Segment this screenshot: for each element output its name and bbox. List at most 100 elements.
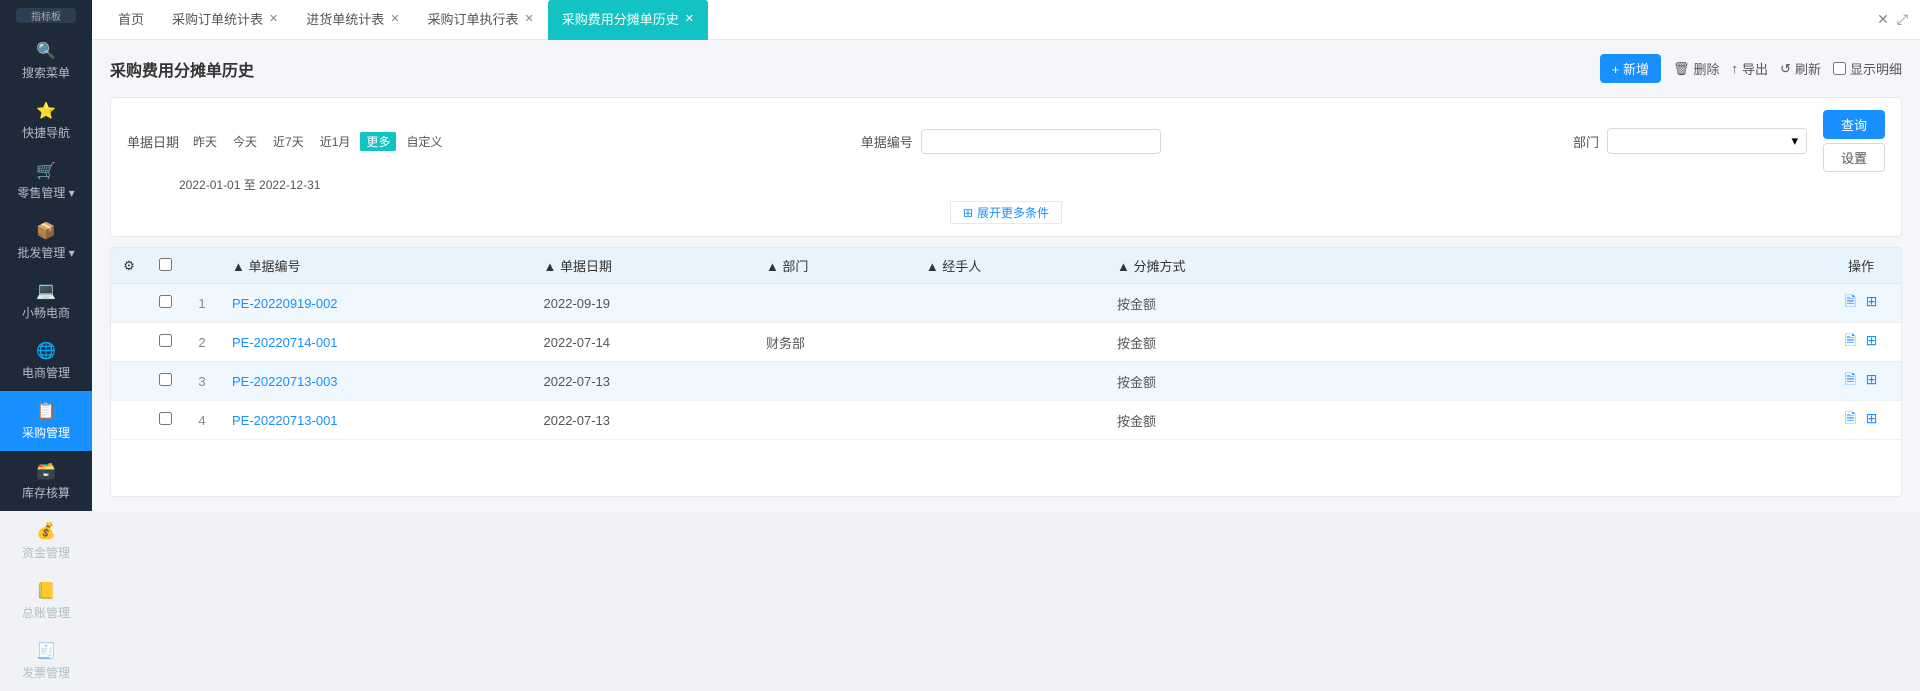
action-more-btn-3[interactable]: ⊞ xyxy=(1866,410,1878,426)
settings-button[interactable]: 设置 xyxy=(1823,143,1885,172)
row-dept-0 xyxy=(754,284,914,323)
expand-more-btn[interactable]: ⊞ 展开更多条件 xyxy=(950,201,1062,224)
tab-home[interactable]: 首页 xyxy=(104,0,158,40)
table-row: 2 PE-20220714-001 2022-07-14 财务部 按金额 🗎 ⊞ xyxy=(111,323,1901,362)
action-view-btn-2[interactable]: 🗎 xyxy=(1845,371,1856,387)
select-all-checkbox[interactable] xyxy=(159,258,172,271)
data-table: ⚙ ▲ 单据编号 ▲ 单据日期 ▲ 部门 xyxy=(111,248,1901,440)
date-filter-field: 单据日期 昨天 今天 近7天 近1月 更多 自定义 xyxy=(127,132,448,151)
action-view-btn-0[interactable]: 🗎 xyxy=(1845,293,1856,309)
action-more-btn-0[interactable]: ⊞ xyxy=(1866,293,1878,309)
row-num-2: 3 xyxy=(184,362,220,401)
action-more-btn-1[interactable]: ⊞ xyxy=(1866,332,1878,348)
row-doc-date-0: 2022-09-19 xyxy=(532,284,754,323)
filter-bar: 单据日期 昨天 今天 近7天 近1月 更多 自定义 单据编号 xyxy=(110,97,1902,237)
sidebar-item-ecom-small[interactable]: 💻小畅电商 xyxy=(0,271,92,331)
delete-button[interactable]: 🗑 删除 xyxy=(1673,59,1720,78)
row-checkbox-cell-2 xyxy=(147,362,184,401)
tab-label-purchase-order-stat: 采购订单统计表 xyxy=(172,9,263,28)
doc-no-link-0[interactable]: PE-20220919-002 xyxy=(232,296,338,311)
show-cols-checkbox[interactable] xyxy=(1833,62,1846,75)
add-button[interactable]: + 新增 xyxy=(1600,54,1661,83)
dept-select[interactable]: ▾ xyxy=(1607,128,1807,154)
date-btn-custom[interactable]: 自定义 xyxy=(400,132,448,151)
action-view-btn-3[interactable]: 🗎 xyxy=(1845,410,1856,426)
doc-no-link-2[interactable]: PE-20220713-003 xyxy=(232,374,338,389)
sidebar-item-retail[interactable]: 🛒零售管理 ▾ xyxy=(0,151,92,211)
tab-close-purchase-order-stat[interactable]: ✕ xyxy=(269,12,278,25)
tab-close-icon[interactable]: ✕ xyxy=(1877,11,1889,28)
tab-purchase-order-stat[interactable]: 采购订单统计表 ✕ xyxy=(158,0,292,40)
row-action-1: 🗎 ⊞ xyxy=(1821,323,1901,362)
row-checkbox-0[interactable] xyxy=(159,295,172,308)
tab-goods-stat[interactable]: 进货单统计表✕ xyxy=(292,0,413,40)
sidebar-item-purchase[interactable]: 📋采购管理 xyxy=(0,391,92,451)
row-doc-no-0: PE-20220919-002 xyxy=(220,284,532,323)
row-handler-3 xyxy=(914,401,1105,440)
date-btn-7days[interactable]: 近7天 xyxy=(267,132,310,151)
sidebar-label-inventory: 库存核算 xyxy=(22,484,70,501)
export-button[interactable]: ↑ 导出 xyxy=(1732,59,1769,78)
tab-close-purchase-exec[interactable]: ✕ xyxy=(525,12,534,25)
sidebar-item-wholesale[interactable]: 📦批发管理 ▾ xyxy=(0,211,92,271)
delete-icon: 🗑 xyxy=(1673,61,1690,77)
table-header: ⚙ ▲ 单据编号 ▲ 单据日期 ▲ 部门 xyxy=(111,248,1901,284)
content-area: 采购费用分摊单历史 + 新增 🗑 删除 ↑ 导出 ↺ 刷新 显示明细 xyxy=(92,40,1920,511)
row-doc-date-2: 2022-07-13 xyxy=(532,362,754,401)
tab-label-purchase-exec: 采购订单执行表 xyxy=(427,9,518,28)
inventory-icon: 🗃️ xyxy=(36,461,56,481)
finance-icon: 💰 xyxy=(36,521,56,541)
tab-label-cost-history: 采购费用分摊单历史 xyxy=(562,9,679,28)
row-checkbox-2[interactable] xyxy=(159,373,172,386)
row-num-1: 2 xyxy=(184,323,220,362)
tab-expand-icon[interactable]: ⤢ xyxy=(1897,11,1908,28)
show-cols-toggle[interactable]: 显示明细 xyxy=(1833,59,1902,78)
action-view-btn-1[interactable]: 🗎 xyxy=(1845,332,1856,348)
tab-bar: 首页采购订单统计表✕进货单统计表✕采购订单执行表✕采购费用分摊单历史✕ ✕ ⤢ xyxy=(92,0,1920,40)
sidebar-item-finance[interactable]: 💰 资金管理 xyxy=(0,511,92,571)
expand-icon: ⊞ xyxy=(963,206,973,220)
sidebar-item-ledger[interactable]: 📒总账管理 xyxy=(0,571,92,631)
refresh-button[interactable]: ↺ 刷新 xyxy=(1780,59,1821,78)
sidebar: 指标板 🔍搜索菜单⭐快捷导航🛒零售管理 ▾📦批发管理 ▾💻小畅电商🌐电商管理📋采… xyxy=(0,0,92,511)
sidebar-label-finance: 资金管理 xyxy=(22,544,70,561)
sidebar-item-inventory[interactable]: 🗃️ 库存核算 xyxy=(0,451,92,511)
sidebar-item-invoice[interactable]: 🧾发票管理 xyxy=(0,631,92,691)
date-shortcuts: 昨天 今天 近7天 近1月 更多 自定义 xyxy=(187,132,448,151)
tab-purchase-exec[interactable]: 采购订单执行表 ✕ xyxy=(413,0,547,40)
row-checkbox-3[interactable] xyxy=(159,412,172,425)
row-num-0: 1 xyxy=(184,284,220,323)
sidebar-item-search[interactable]: 🔍搜索菜单 xyxy=(0,31,92,91)
doc-no-link-3[interactable]: PE-20220713-001 xyxy=(232,413,338,428)
query-button[interactable]: 查询 xyxy=(1823,110,1885,139)
sidebar-label-retail: 零售管理 ▾ xyxy=(17,184,74,201)
ledger-icon: 📒 xyxy=(36,581,56,601)
row-action-3: 🗎 ⊞ xyxy=(1821,401,1901,440)
col-settings[interactable]: ⚙ xyxy=(111,248,147,284)
date-range-display: 2022-01-01 至 2022-12-31 xyxy=(179,176,1885,193)
wholesale-icon: 📦 xyxy=(36,221,56,241)
tab-cost-history[interactable]: 采购费用分摊单历史 ✕ xyxy=(548,0,708,40)
row-doc-no-1: PE-20220714-001 xyxy=(220,323,532,362)
doc-no-input[interactable] xyxy=(921,129,1161,154)
action-more-btn-2[interactable]: ⊞ xyxy=(1866,371,1878,387)
chevron-down-icon: ▾ xyxy=(1791,133,1798,149)
row-checkbox-1[interactable] xyxy=(159,334,172,347)
refresh-icon: ↺ xyxy=(1780,61,1791,77)
row-split-method-2: 按金额 xyxy=(1105,362,1821,401)
doc-no-link-1[interactable]: PE-20220714-001 xyxy=(232,335,338,350)
row-dept-2 xyxy=(754,362,914,401)
tab-close-cost-history[interactable]: ✕ xyxy=(685,12,694,25)
date-btn-today[interactable]: 今天 xyxy=(227,132,263,151)
date-btn-more[interactable]: 更多 xyxy=(360,132,396,151)
sidebar-label-ecom: 电商管理 xyxy=(22,364,70,381)
search-icon: 🔍 xyxy=(36,41,56,61)
table-row: 4 PE-20220713-001 2022-07-13 按金额 🗎 ⊞ xyxy=(111,401,1901,440)
purchase-icon: 📋 xyxy=(36,401,56,421)
tab-close-goods-stat[interactable]: ✕ xyxy=(390,12,399,25)
main-area: 首页采购订单统计表✕进货单统计表✕采购订单执行表✕采购费用分摊单历史✕ ✕ ⤢ … xyxy=(92,0,1920,511)
date-btn-1month[interactable]: 近1月 xyxy=(314,132,357,151)
sidebar-item-ecom[interactable]: 🌐电商管理 xyxy=(0,331,92,391)
sidebar-item-shortcut[interactable]: ⭐快捷导航 xyxy=(0,91,92,151)
date-btn-yesterday[interactable]: 昨天 xyxy=(187,132,223,151)
